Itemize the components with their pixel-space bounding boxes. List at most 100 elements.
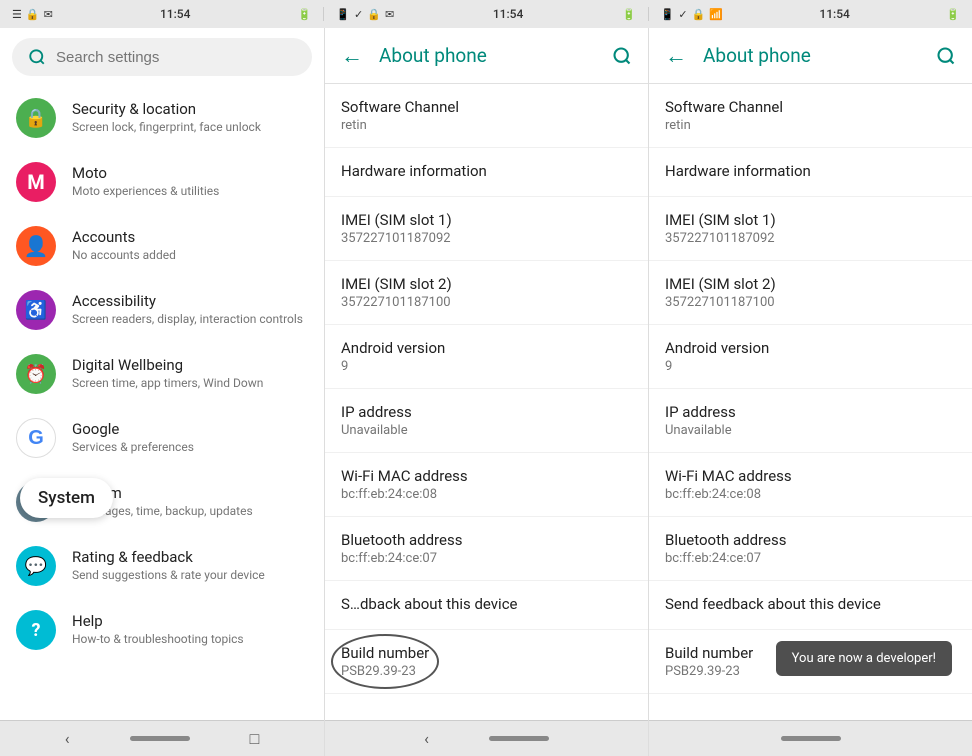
rating-title: Rating & feedback	[72, 548, 308, 568]
about-title-2: About phone	[703, 44, 936, 67]
lock-icon-3: 🔒	[692, 8, 706, 21]
about-item-value-bt2: bc:ff:eb:24:ce:07	[665, 551, 956, 566]
about-item-android-1[interactable]: Android version 9	[325, 325, 648, 389]
toast-developer: You are now a developer!	[776, 641, 952, 676]
settings-item-accounts[interactable]: 👤 Accounts No accounts added	[0, 214, 324, 278]
digital-wellbeing-title: Digital Wellbeing	[72, 356, 308, 376]
about-item-software-channel-1[interactable]: Software Channel retin	[325, 84, 648, 148]
rating-subtitle: Send suggestions & rate your device	[72, 568, 308, 584]
message-icon: ✉	[44, 8, 53, 21]
about-item-value-sc1: retin	[341, 118, 632, 133]
bottom-nav-panel2	[649, 720, 972, 756]
search-input[interactable]	[56, 49, 296, 66]
about-item-title-sc1: Software Channel	[341, 98, 632, 116]
settings-item-rating[interactable]: 💬 Rating & feedback Send suggestions & r…	[0, 534, 324, 598]
about-item-title-fb2: Send feedback about this device	[665, 595, 956, 613]
about-item-title-sc2: Software Channel	[665, 98, 956, 116]
about-item-title-hw1: Hardware information	[341, 162, 632, 180]
home-pill-left[interactable]	[130, 736, 190, 741]
about-item-bluetooth-1[interactable]: Bluetooth address bc:ff:eb:24:ce:07	[325, 517, 648, 581]
rating-text: Rating & feedback Send suggestions & rat…	[72, 548, 308, 584]
main-container: 🔒 Security & location Screen lock, finge…	[0, 28, 972, 756]
status-section-3: 📱 ✓ 🔒 📶 11:54 🔋	[649, 7, 972, 21]
back-btn-left[interactable]: ‹	[65, 729, 70, 748]
settings-item-moto[interactable]: M Moto Moto experiences & utilities	[0, 150, 324, 214]
settings-item-help[interactable]: ? Help How-to & troubleshooting topics	[0, 598, 324, 662]
about-item-value-sc2: retin	[665, 118, 956, 133]
about-header-2: ← About phone	[649, 28, 972, 84]
search-icon-about-2[interactable]	[936, 46, 956, 66]
about-item-bluetooth-2[interactable]: Bluetooth address bc:ff:eb:24:ce:07	[649, 517, 972, 581]
about-item-wifi-1[interactable]: Wi-Fi MAC address bc:ff:eb:24:ce:08	[325, 453, 648, 517]
back-btn-p1[interactable]: ‹	[424, 729, 429, 748]
about-item-value-imei1: 357227101187092	[341, 231, 632, 246]
about-item-imei1-2[interactable]: IMEI (SIM slot 1) 357227101187092	[649, 197, 972, 261]
status-icons-left-2: 📱 ✓ 🔒 ✉	[336, 8, 394, 21]
about-item-title-imei1-2: IMEI (SIM slot 1)	[665, 211, 956, 229]
google-g-letter: G	[28, 427, 44, 450]
security-text: Security & location Screen lock, fingerp…	[72, 100, 308, 136]
back-arrow-1[interactable]: ←	[341, 43, 363, 69]
about-item-value-ip1: Unavailable	[341, 423, 632, 438]
about-item-ip-2[interactable]: IP address Unavailable	[649, 389, 972, 453]
bottom-nav-panel1: ‹	[325, 720, 648, 756]
wifi-icon-3: 📶	[709, 8, 723, 21]
digital-wellbeing-icon: ⏰	[16, 354, 56, 394]
settings-panel: 🔒 Security & location Screen lock, finge…	[0, 28, 325, 756]
home-pill-p2[interactable]	[781, 736, 841, 741]
about-item-imei2-2[interactable]: IMEI (SIM slot 2) 357227101187100	[649, 261, 972, 325]
security-subtitle: Screen lock, fingerprint, face unlock	[72, 120, 308, 136]
about-item-build-1[interactable]: Build number PSB29.39-23	[325, 630, 648, 694]
settings-item-google[interactable]: G Google Services & preferences	[0, 406, 324, 470]
about-item-title-imei2-2: IMEI (SIM slot 2)	[665, 275, 956, 293]
about-item-title-ip1: IP address	[341, 403, 632, 421]
about-panel-1: ← About phone Software Channel retin Har…	[325, 28, 649, 756]
rating-icon: 💬	[16, 546, 56, 586]
help-subtitle: How-to & troubleshooting topics	[72, 632, 308, 648]
settings-item-system[interactable]: ℹ System Languages, time, backup, update…	[0, 470, 324, 534]
about-item-software-channel-2[interactable]: Software Channel retin	[649, 84, 972, 148]
battery-icon-2: 🔋	[622, 8, 636, 21]
bottom-nav-left: ‹ □	[0, 720, 324, 756]
about-item-value-imei2-2: 357227101187100	[665, 295, 956, 310]
accessibility-subtitle: Screen readers, display, interaction con…	[72, 312, 308, 328]
settings-item-accessibility[interactable]: ♿ Accessibility Screen readers, display,…	[0, 278, 324, 342]
about-item-feedback-2[interactable]: Send feedback about this device	[649, 581, 972, 630]
about-item-value-imei2: 357227101187100	[341, 295, 632, 310]
about-item-hardware-2[interactable]: Hardware information	[649, 148, 972, 197]
about-item-title-hw2: Hardware information	[665, 162, 956, 180]
about-item-ip-1[interactable]: IP address Unavailable	[325, 389, 648, 453]
accounts-text: Accounts No accounts added	[72, 228, 308, 264]
settings-item-digital-wellbeing[interactable]: ⏰ Digital Wellbeing Screen time, app tim…	[0, 342, 324, 406]
moto-icon: M	[16, 162, 56, 202]
about-content-1: Software Channel retin Hardware informat…	[325, 84, 648, 720]
settings-item-security[interactable]: 🔒 Security & location Screen lock, finge…	[0, 86, 324, 150]
system-tooltip: System	[20, 478, 113, 518]
status-time-2: 11:54	[493, 7, 523, 21]
about-item-feedback-1[interactable]: S…dback about this device	[325, 581, 648, 630]
about-item-hardware-1[interactable]: Hardware information	[325, 148, 648, 197]
help-title: Help	[72, 612, 308, 632]
moto-text: Moto Moto experiences & utilities	[72, 164, 308, 200]
about-item-wifi-2[interactable]: Wi-Fi MAC address bc:ff:eb:24:ce:08	[649, 453, 972, 517]
search-icon-about-1[interactable]	[612, 46, 632, 66]
home-pill-p1[interactable]	[489, 736, 549, 741]
mail-icon-2: ✉	[385, 8, 394, 21]
back-arrow-2[interactable]: ←	[665, 43, 687, 69]
about-item-title-imei1: IMEI (SIM slot 1)	[341, 211, 632, 229]
accounts-icon: 👤	[16, 226, 56, 266]
about-panel-2: ← About phone Software Channel retin Har…	[649, 28, 972, 756]
help-text: Help How-to & troubleshooting topics	[72, 612, 308, 648]
moto-title: Moto	[72, 164, 308, 184]
status-bar: ☰ 🔒 ✉ 11:54 🔋 📱 ✓ 🔒 ✉ 11:54 🔋 📱 ✓ 🔒 📶 11…	[0, 0, 972, 28]
about-item-imei2-1[interactable]: IMEI (SIM slot 2) 357227101187100	[325, 261, 648, 325]
digital-wellbeing-text: Digital Wellbeing Screen time, app timer…	[72, 356, 308, 392]
about-item-android-2[interactable]: Android version 9	[649, 325, 972, 389]
about-panels: ← About phone Software Channel retin Har…	[325, 28, 972, 756]
about-item-title-android2: Android version	[665, 339, 956, 357]
recent-btn-left[interactable]: □	[250, 729, 260, 749]
about-item-imei1-1[interactable]: IMEI (SIM slot 1) 357227101187092	[325, 197, 648, 261]
accounts-title: Accounts	[72, 228, 308, 248]
status-time-1: 11:54	[160, 7, 190, 21]
search-bar[interactable]	[12, 38, 312, 76]
